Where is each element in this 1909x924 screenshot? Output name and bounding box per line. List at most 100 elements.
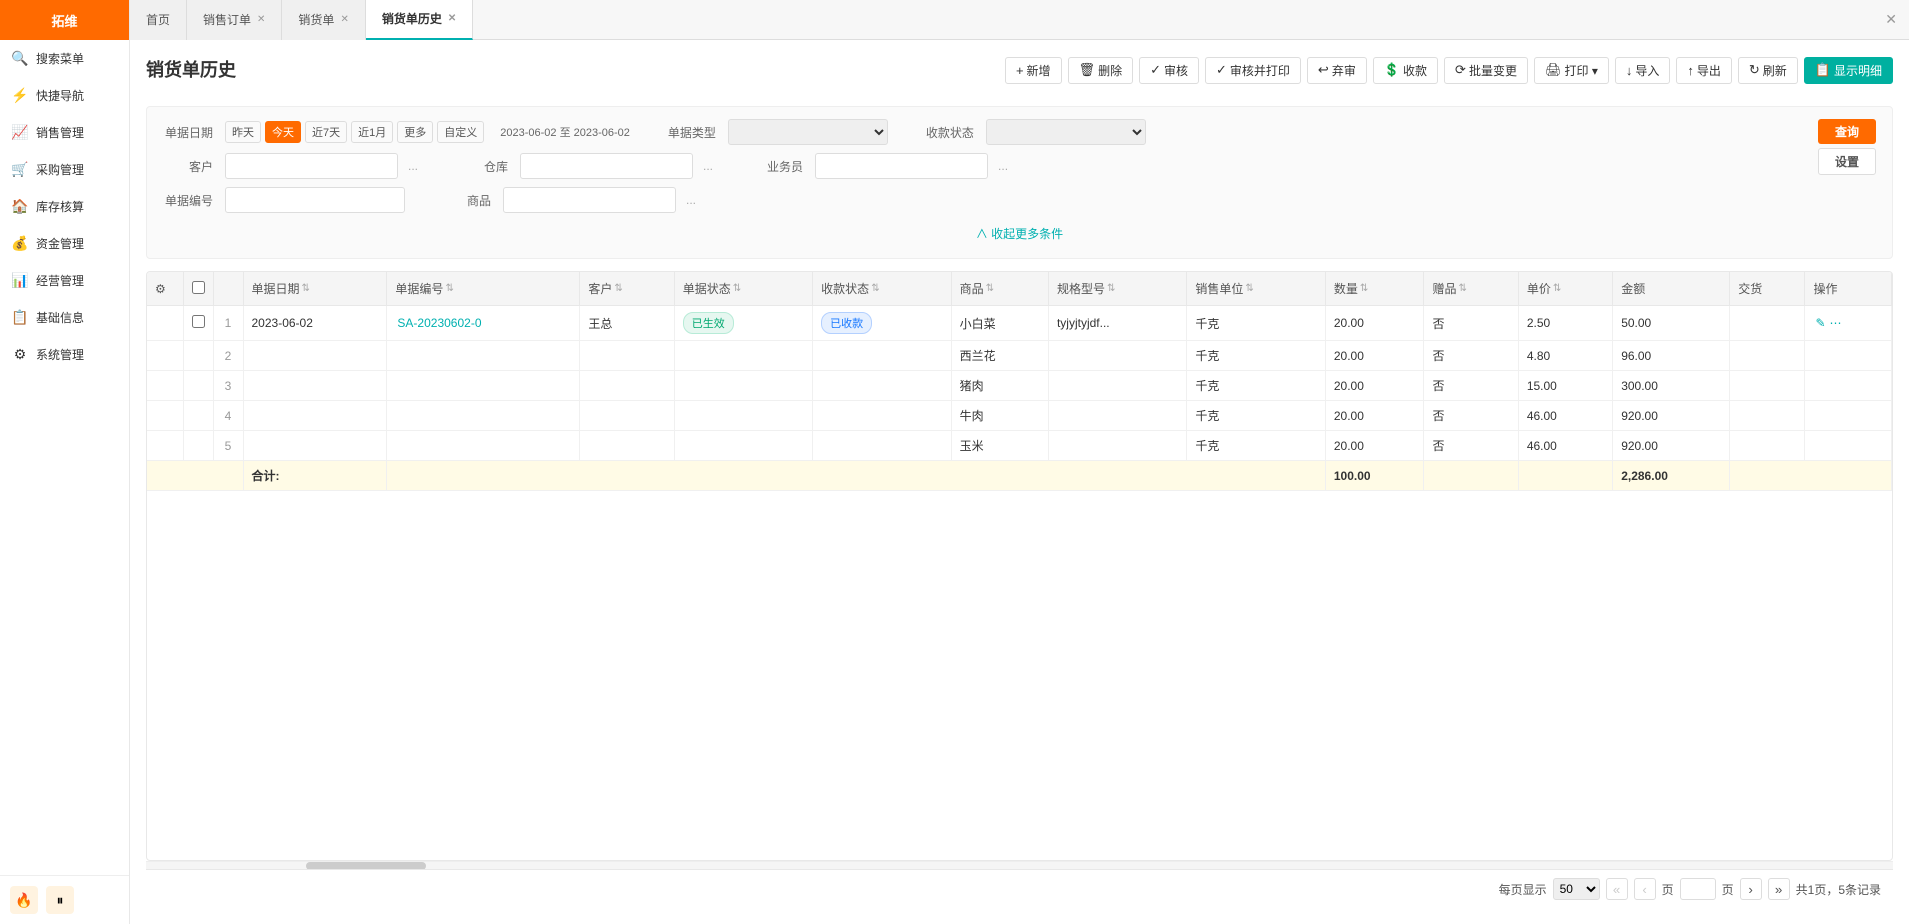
data-table-container: ⚙ 单据日期⇅ 单据编号⇅ 客户⇅ 单据状态⇅ 收款状态⇅ 商品⇅ 规格型号⇅: [146, 271, 1893, 861]
th-spec[interactable]: 规格型号⇅: [1048, 272, 1186, 306]
sidebar-item-finance[interactable]: 💰资金管理: [0, 225, 129, 262]
td-amount: 96.00: [1613, 341, 1730, 371]
th-price[interactable]: 单价⇅: [1518, 272, 1612, 306]
tab-home[interactable]: 首页: [130, 0, 187, 40]
sidebar-item-purchase-mgmt[interactable]: 🛒采购管理: [0, 151, 129, 188]
date-shortcut-yesterday[interactable]: 昨天: [225, 121, 261, 143]
td-gear: [147, 431, 183, 461]
tab-label-home: 首页: [146, 11, 170, 28]
filter-salesperson-input[interactable]: [815, 153, 988, 179]
docno-link[interactable]: SA-20230602-0: [397, 316, 481, 330]
page-input[interactable]: 1: [1680, 878, 1716, 900]
sidebar-pause-btn[interactable]: ⏸: [46, 886, 74, 914]
toolbar-import-btn[interactable]: ↓导入: [1615, 57, 1671, 84]
toolbar-print-btn[interactable]: 🖨打印 ▾: [1534, 57, 1609, 84]
td-action: [1805, 371, 1892, 401]
row-checkbox[interactable]: [192, 315, 205, 328]
per-page-select[interactable]: 2050100: [1553, 878, 1600, 900]
filter-goods-dots[interactable]: ...: [682, 193, 700, 207]
th-qty[interactable]: 数量⇅: [1325, 272, 1424, 306]
td-checkbox: [183, 371, 213, 401]
td-qty: 20.00: [1325, 306, 1424, 341]
toolbar-show-detail-btn[interactable]: 📋显示明细: [1804, 57, 1893, 84]
page-last-btn[interactable]: »: [1768, 878, 1790, 900]
sidebar-logo: 拓维: [0, 0, 129, 40]
query-search-btn[interactable]: 查询: [1818, 119, 1876, 144]
td-checkbox: [183, 341, 213, 371]
toolbar-import-icon: ↓: [1626, 63, 1633, 78]
td-gift: 否: [1424, 431, 1518, 461]
toolbar-delete-btn[interactable]: 🗑删除: [1068, 57, 1134, 84]
payment-status-badge: 已收款: [821, 312, 872, 334]
date-shortcut-last1m[interactable]: 近1月: [351, 121, 393, 143]
filter-warehouse-dots[interactable]: ...: [699, 159, 717, 173]
filter-collapse-btn[interactable]: ∧ 收起更多条件: [972, 221, 1067, 246]
summary-label: 合计:: [243, 461, 387, 491]
td-goods: 西兰花: [951, 341, 1048, 371]
page-prev-btn[interactable]: ‹: [1634, 878, 1656, 900]
filter-salesperson-dots[interactable]: ...: [994, 159, 1012, 173]
filter-doctype-select[interactable]: [728, 119, 888, 145]
sidebar-fire-btn[interactable]: 🔥: [10, 886, 38, 914]
query-settings-btn[interactable]: 设置: [1818, 148, 1876, 175]
date-shortcut-more[interactable]: 更多: [397, 121, 433, 143]
sidebar-item-inventory[interactable]: 🏠库存核算: [0, 188, 129, 225]
filter-customer-dots[interactable]: ...: [404, 159, 422, 173]
toolbar-audit-print-btn[interactable]: ✓审核并打印: [1205, 57, 1301, 84]
sidebar-item-sales-mgmt[interactable]: 📈销售管理: [0, 114, 129, 151]
window-close-btn[interactable]: ✕: [1873, 11, 1909, 28]
sidebar-item-quick-nav[interactable]: ⚡快捷导航: [0, 77, 129, 114]
toolbar-new-btn[interactable]: +新增: [1005, 57, 1062, 84]
filter-warehouse-input[interactable]: [520, 153, 693, 179]
page-label-after: 页: [1722, 881, 1734, 898]
action-edit-btn[interactable]: ✎: [1815, 316, 1825, 330]
toolbar-audit-btn[interactable]: ✓审核: [1139, 57, 1199, 84]
td-docno: [387, 431, 580, 461]
toolbar-export-btn[interactable]: ↑导出: [1676, 57, 1732, 84]
toolbar-print-icon: 🖨: [1545, 62, 1562, 78]
action-more-btn[interactable]: ⋯: [1830, 316, 1842, 330]
th-customer[interactable]: 客户⇅: [580, 272, 674, 306]
filter-docno-input[interactable]: [225, 187, 405, 213]
sidebar-item-search-menu[interactable]: 🔍搜索菜单: [0, 40, 129, 77]
th-gift[interactable]: 赠品⇅: [1424, 272, 1518, 306]
toolbar-refresh-btn[interactable]: ↻刷新: [1738, 57, 1798, 84]
summary-qty: 100.00: [1325, 461, 1424, 491]
toolbar-abandon-btn[interactable]: ↩弃审: [1307, 57, 1367, 84]
th-unit[interactable]: 销售单位⇅: [1187, 272, 1325, 306]
filter-customer-input[interactable]: [225, 153, 398, 179]
toolbar-audit-icon: ✓: [1150, 62, 1161, 78]
sidebar-bottom: 🔥 ⏸: [0, 875, 129, 924]
th-date[interactable]: 单据日期⇅: [243, 272, 387, 306]
th-docstatus[interactable]: 单据状态⇅: [674, 272, 812, 306]
select-all-checkbox[interactable]: [192, 281, 205, 294]
td-price: 46.00: [1518, 401, 1612, 431]
sidebar-item-basic-info[interactable]: 📋基础信息: [0, 299, 129, 336]
filter-payment-select[interactable]: [986, 119, 1146, 145]
tab-sales-history[interactable]: 销货单历史✕: [366, 0, 473, 40]
date-shortcut-today[interactable]: 今天: [265, 121, 301, 143]
page-first-btn[interactable]: «: [1606, 878, 1628, 900]
th-goods[interactable]: 商品⇅: [951, 272, 1048, 306]
th-action: 操作: [1805, 272, 1892, 306]
gear-icon[interactable]: ⚙: [155, 282, 166, 296]
sidebar-item-operations[interactable]: 📊经营管理: [0, 262, 129, 299]
toolbar-collect-btn[interactable]: 💲收款: [1373, 57, 1438, 84]
td-customer: [580, 401, 674, 431]
tab-sales-delivery[interactable]: 销货单✕: [282, 0, 365, 40]
th-docno[interactable]: 单据编号⇅: [387, 272, 580, 306]
page-next-btn[interactable]: ›: [1740, 878, 1762, 900]
th-paymentstatus[interactable]: 收款状态⇅: [813, 272, 951, 306]
tab-sales-order[interactable]: 销售订单✕: [187, 0, 282, 40]
date-shortcut-last7[interactable]: 近7天: [305, 121, 347, 143]
tab-close-sales-order[interactable]: ✕: [257, 14, 265, 25]
sidebar-item-sys-mgmt[interactable]: ⚙系统管理: [0, 336, 129, 373]
table-row: 4 牛肉 千克 20.00 否 46.00 920.00: [147, 401, 1892, 431]
td-checkbox: [183, 306, 213, 341]
date-shortcut-custom[interactable]: 自定义: [437, 121, 484, 143]
tab-close-sales-history[interactable]: ✕: [448, 13, 456, 24]
tab-close-sales-delivery[interactable]: ✕: [340, 14, 348, 25]
content-area: 销货单历史 +新增🗑删除✓审核✓审核并打印↩弃审💲收款⟳批量变更🖨打印 ▾↓导入…: [130, 40, 1909, 924]
filter-goods-input[interactable]: [503, 187, 676, 213]
toolbar-batch-change-btn[interactable]: ⟳批量变更: [1444, 57, 1528, 84]
